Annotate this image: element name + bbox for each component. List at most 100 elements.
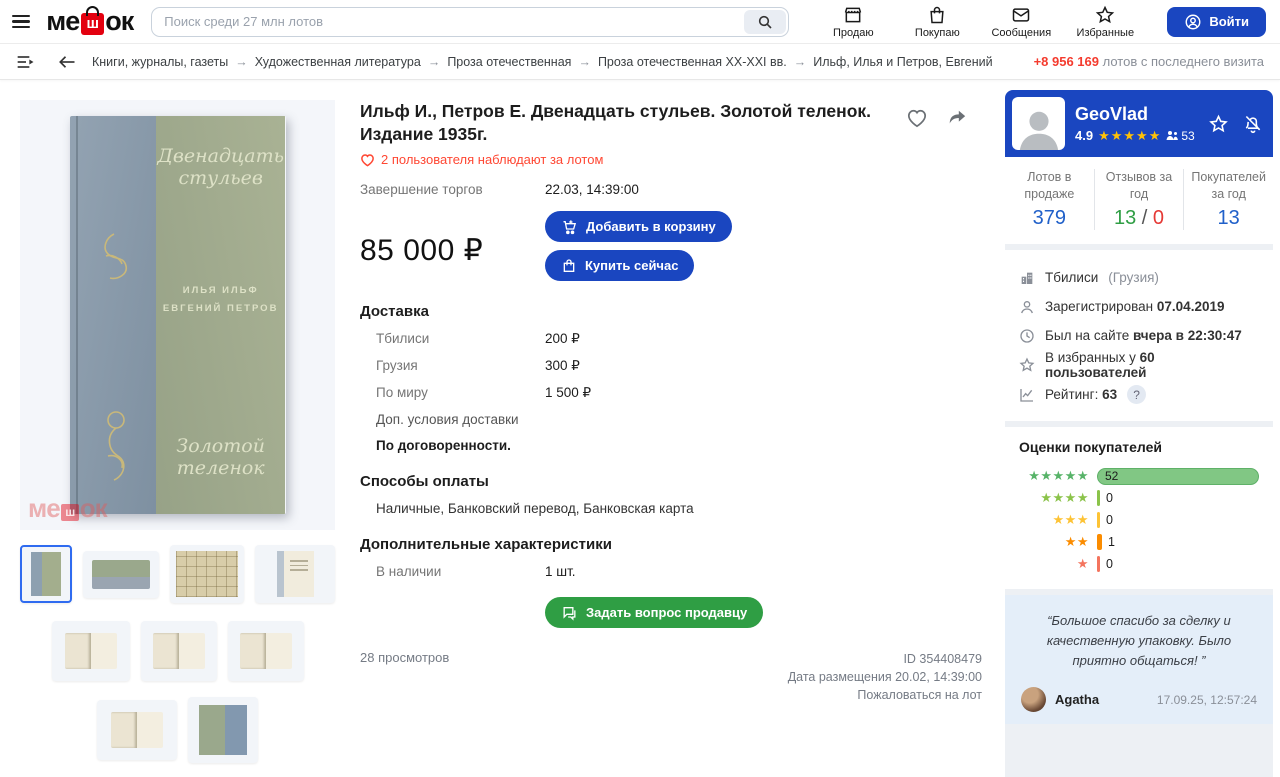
thumbnail-4[interactable] xyxy=(255,545,335,603)
lot-id: ID 354408479 xyxy=(903,652,982,667)
delivery-extra-value: По договоренности. xyxy=(376,438,511,454)
rating-help-icon[interactable]: ? xyxy=(1127,385,1147,404)
extra-heading: Дополнительные характеристики xyxy=(360,536,612,554)
star-icon xyxy=(1096,5,1115,23)
search-input[interactable] xyxy=(151,6,790,37)
seller-stats: Лотов в продаже 379 Отзывов за год 13 / … xyxy=(1005,157,1273,244)
thumbnail-3[interactable] xyxy=(170,545,244,603)
auction-end-row: Завершение торгов 22.03, 14:39:00 xyxy=(360,182,982,197)
review-date: 17.09.25, 12:57:24 xyxy=(1156,692,1257,707)
breadcrumb-item[interactable]: Проза отечественная XX-XXI вв. xyxy=(598,55,787,69)
payment-methods: Наличные, Банковский перевод, Банковская… xyxy=(376,501,694,517)
nav-item-selling[interactable]: Продаю xyxy=(815,5,891,39)
back-arrow-icon[interactable] xyxy=(58,54,76,70)
notifications-muted-bell-icon[interactable] xyxy=(1243,114,1263,134)
stat-buyers-per-year[interactable]: Покупателей за год 13 xyxy=(1183,169,1273,230)
rating-bar-1 xyxy=(1097,556,1100,572)
seller-sidebar: GeoVlad 4.9 ★★★★★ 53 Лотов в продаже 379… xyxy=(1005,90,1273,777)
rating-row-4-stars: ★★★★ 0 xyxy=(1040,490,1113,506)
new-lots-suffix: лотов с последнего визита xyxy=(1102,54,1264,69)
rating-bar-4 xyxy=(1097,490,1100,506)
hamburger-menu-icon[interactable] xyxy=(12,14,31,29)
categories-panel-icon[interactable] xyxy=(16,54,36,70)
delivery-row: Тбилиси 200 ₽ xyxy=(376,331,580,347)
shopping-bag-icon xyxy=(930,6,944,23)
bag-icon xyxy=(563,259,575,272)
site-logo[interactable]: ме ш ок xyxy=(46,6,134,37)
thumbnail-6[interactable] xyxy=(141,621,217,681)
seller-reviews-total[interactable]: 53 xyxy=(1166,129,1195,143)
favorite-heart-icon[interactable] xyxy=(906,108,928,128)
cart-plus-icon xyxy=(563,220,577,234)
nav-item-messages[interactable]: Сообщения xyxy=(983,5,1059,39)
title-actions xyxy=(906,108,968,128)
photo-column: Двенадцать стульев ИЛЬЯ ИЛЬФ ЕВГЕНИЙ ПЕТ… xyxy=(20,100,335,763)
seller-details: Тбилиси (Грузия) Зарегистрирован 07.04.2… xyxy=(1005,250,1273,421)
thumb-cover-image xyxy=(31,552,61,596)
buyer-ratings-heading: Оценки покупателей xyxy=(1019,439,1163,455)
book-spine xyxy=(69,116,156,514)
ornament-figure xyxy=(106,411,125,481)
reviewer-avatar xyxy=(1021,687,1046,713)
breadcrumb-item[interactable]: Проза отечественная xyxy=(447,55,571,69)
thumbnail-1-selected[interactable] xyxy=(20,545,72,603)
logo-text-post: ок xyxy=(105,6,134,36)
seller-region: (Грузия) xyxy=(1108,270,1159,285)
thumbnail-5[interactable] xyxy=(52,621,130,681)
positive-reviews: 13 xyxy=(1113,207,1137,229)
thumbnail-8[interactable] xyxy=(97,700,177,760)
page: ме ш ок Продаю Покупаю Сообщения xyxy=(0,0,1280,777)
search-box xyxy=(151,6,790,37)
thumbnail-9[interactable] xyxy=(188,697,258,763)
payment-section: Способы оплаты Наличные, Банковский пере… xyxy=(360,473,982,516)
seller-avatar[interactable] xyxy=(1012,97,1065,150)
seller-name[interactable]: GeoVlad xyxy=(1075,104,1198,125)
seller-rating-row: 4.9 ★★★★★ 53 xyxy=(1075,128,1198,144)
thumb-back-cover-image xyxy=(199,705,247,755)
seller-location-row: Тбилиси (Грузия) xyxy=(1019,263,1259,292)
breadcrumb-item[interactable]: Художественная литература xyxy=(255,55,421,69)
stat-reviews-per-year[interactable]: Отзывов за год 13 / 0 xyxy=(1093,169,1184,230)
breadcrumb-item[interactable]: Ильф, Илья и Петров, Евгений xyxy=(813,55,992,69)
breadcrumb-separator: → xyxy=(427,54,441,69)
thumb-open-book-image xyxy=(153,633,205,669)
clock-icon xyxy=(1020,328,1034,343)
thumbnail-row-3 xyxy=(20,697,335,763)
watchers-line[interactable]: 2 пользователя наблюдают за лотом xyxy=(360,152,982,167)
ask-seller-button[interactable]: Задать вопрос продавцу xyxy=(545,597,764,629)
stock-label: В наличии xyxy=(376,564,442,580)
nav-item-buying[interactable]: Покупаю xyxy=(899,5,975,39)
breadcrumb-item[interactable]: Книги, журналы, газеты xyxy=(92,55,228,69)
main-photo[interactable]: Двенадцать стульев ИЛЬЯ ИЛЬФ ЕВГЕНИЙ ПЕТ… xyxy=(20,100,335,530)
add-to-cart-button[interactable]: Добавить в корзину xyxy=(545,211,732,243)
book-front-cover: Двенадцать стульев ИЛЬЯ ИЛЬФ ЕВГЕНИЙ ПЕТ… xyxy=(155,116,286,514)
book-cover-photo: Двенадцать стульев ИЛЬЯ ИЛЬФ ЕВГЕНИЙ ПЕТ… xyxy=(69,116,286,514)
breadcrumb-separator: → xyxy=(793,54,807,69)
favorite-seller-star-icon[interactable] xyxy=(1208,114,1229,134)
user-circle-icon xyxy=(1185,14,1201,29)
logo-text-pre: ме xyxy=(46,6,80,36)
price: 85 000 ₽ xyxy=(360,234,484,268)
watermark-bag-icon: ш xyxy=(60,504,79,521)
login-button[interactable]: Войти xyxy=(1167,6,1266,37)
seller-last-seen-row: Был на сайте вчера в 22:30:47 xyxy=(1019,321,1259,350)
thumbnail-7[interactable] xyxy=(228,621,304,681)
buy-now-button[interactable]: Купить сейчас xyxy=(545,250,695,282)
search-button[interactable] xyxy=(744,9,787,34)
thumbnail-2[interactable] xyxy=(83,550,159,598)
seller-rating-stars: ★★★★★ xyxy=(1098,127,1162,143)
views-count: 28 просмотров xyxy=(360,650,450,666)
nav-item-favorites[interactable]: Избранные xyxy=(1067,5,1143,39)
nav-label: Сообщения xyxy=(991,26,1052,39)
share-icon[interactable] xyxy=(946,108,968,128)
rating-row-3-stars: ★★★ 0 xyxy=(1052,512,1113,528)
cover-title-top: Двенадцать стульев xyxy=(157,145,284,189)
breadcrumb-separator: → xyxy=(235,54,248,69)
breadcrumb-bar: Книги, журналы, газеты → Художественная … xyxy=(0,44,1280,80)
thumb-endpaper-image xyxy=(176,551,238,597)
stat-lots-on-sale[interactable]: Лотов в продаже 379 xyxy=(1005,169,1094,230)
reviewer-name[interactable]: Agatha xyxy=(1055,692,1099,707)
avatar-placeholder-icon xyxy=(1019,111,1058,150)
report-link[interactable]: Пожаловаться на лот xyxy=(788,686,982,704)
thumb-book-side-image xyxy=(92,559,150,589)
